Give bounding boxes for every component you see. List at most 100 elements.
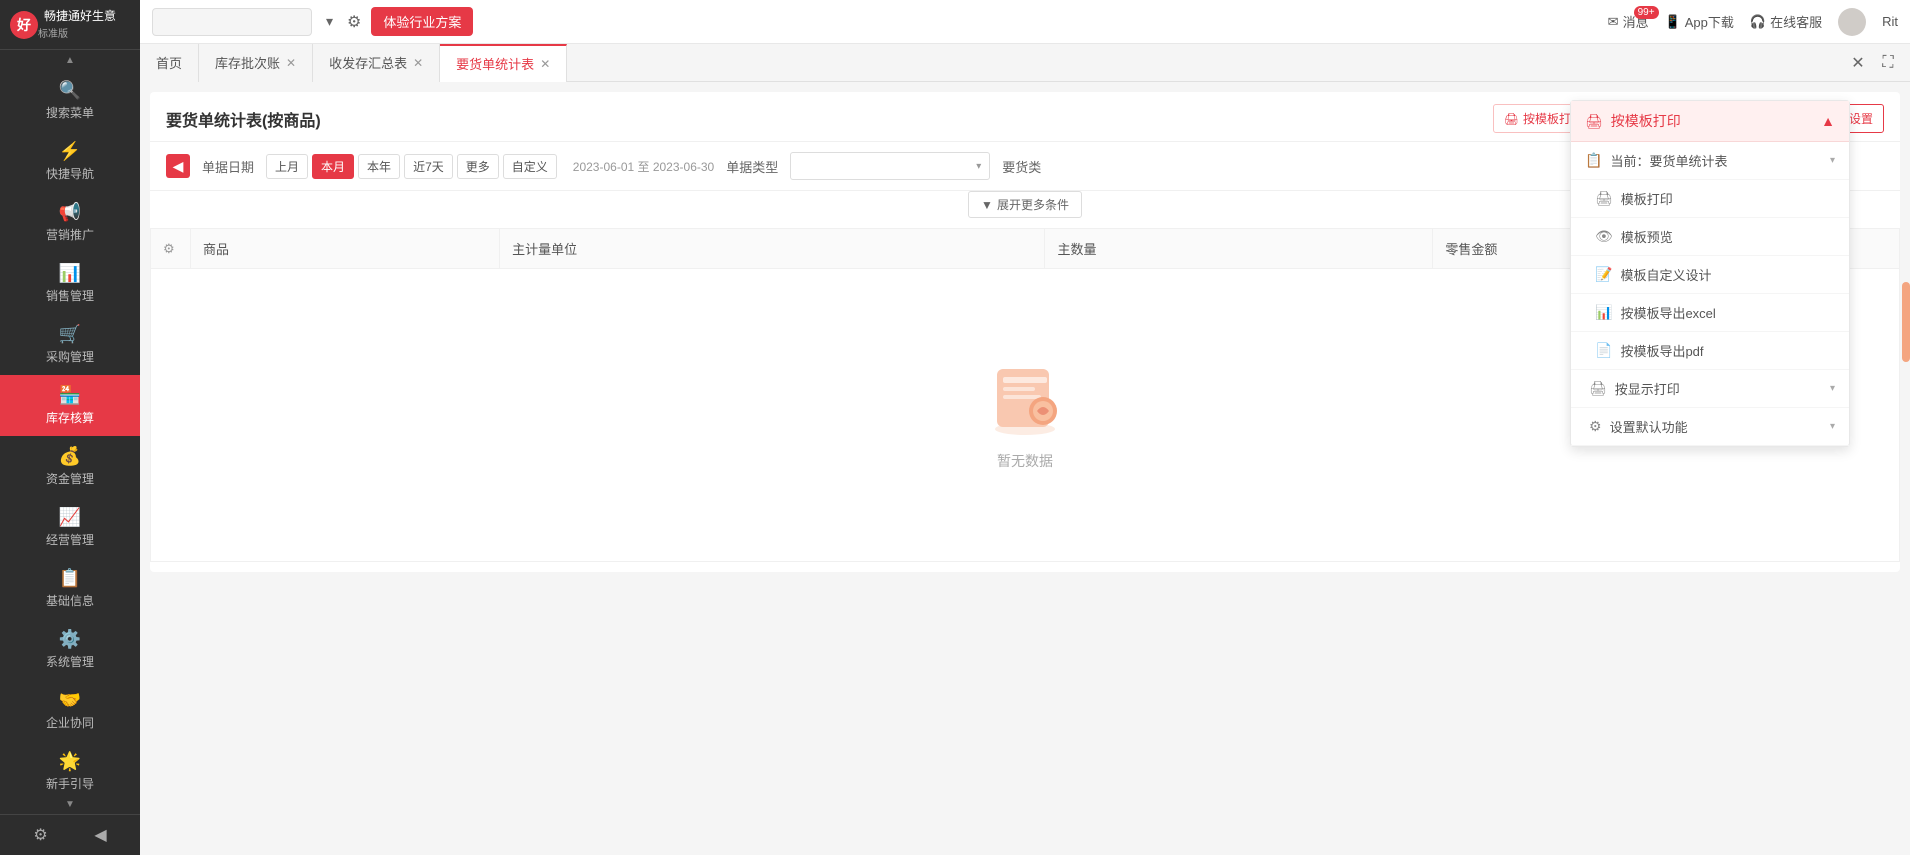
date-range-text: 2023-06-01 至 2023-06-30 — [573, 158, 714, 175]
topbar: ▾ ⚙ 体验行业方案 ✉ 消息 99+ 📱 App下载 🎧 在线客服 Rit — [140, 0, 1910, 44]
tabs-expand-btn[interactable]: ⛶ — [1876, 51, 1900, 75]
app-download-label: App下载 — [1685, 12, 1734, 31]
print-dropdown-collapse-icon: ▲ — [1821, 113, 1835, 129]
tabs-close-btn[interactable]: ✕ — [1846, 51, 1870, 75]
tab-summary-close[interactable]: ✕ — [413, 56, 423, 70]
table-col-product: 商品 — [191, 229, 500, 269]
date-buttons-group: 上月 本月 本年 近7天 更多 自定义 — [266, 154, 557, 179]
user-avatar-btn[interactable] — [1838, 8, 1866, 36]
sidebar-item-basic[interactable]: 📋 基础信息 — [0, 558, 140, 619]
sidebar-icon-purchase: 🛒 — [59, 324, 81, 345]
tab-home[interactable]: 首页 — [140, 44, 199, 82]
expand-more-btn[interactable]: ▼ 展开更多条件 — [968, 191, 1082, 218]
sidebar-label-basic: 基础信息 — [46, 592, 94, 609]
sidebar-label-search: 搜索菜单 — [46, 104, 94, 121]
current-template-icon: 📋 — [1585, 152, 1602, 169]
tab-home-label: 首页 — [156, 53, 182, 72]
search-dropdown-btn[interactable]: ▾ — [322, 11, 337, 32]
search-input[interactable] — [152, 8, 312, 36]
sidebar-item-sales[interactable]: 📊 销售管理 — [0, 253, 140, 314]
sidebar-label-inventory: 库存核算 — [46, 409, 94, 426]
sidebar-item-marketing[interactable]: 📢 营销推广 — [0, 192, 140, 253]
more-date-btn[interactable]: 更多 — [457, 154, 499, 179]
logo-subtitle: 标准版 — [38, 25, 116, 40]
sidebar-icon-search: 🔍 — [59, 80, 81, 101]
table-col-unit: 主计量单位 — [500, 229, 1045, 269]
display-print-item[interactable]: 🖨 按显示打印 ▾ — [1571, 370, 1849, 408]
settings-label: 设置 — [1849, 110, 1873, 127]
current-year-btn[interactable]: 本年 — [358, 154, 400, 179]
sidebar-item-system[interactable]: ⚙️ 系统管理 — [0, 619, 140, 680]
sidebar-item-shortcut[interactable]: ⚡ 快捷导航 — [0, 131, 140, 192]
tab-order-stats-close[interactable]: ✕ — [540, 57, 550, 71]
sidebar-item-guide[interactable]: 🌟 新手引导 — [0, 741, 140, 794]
template-custom-icon: 📝 — [1595, 266, 1612, 283]
topbar-settings-btn[interactable]: ⚙ — [347, 12, 361, 32]
display-print-label: 按显示打印 — [1615, 379, 1680, 398]
sidebar-item-finance[interactable]: 💰 资金管理 — [0, 436, 140, 497]
current-template-chevron-icon: ▾ — [1830, 155, 1835, 166]
custom-date-btn[interactable]: 自定义 — [503, 154, 557, 179]
sidebar-item-inventory[interactable]: 🏪 库存核算 — [0, 375, 140, 436]
online-service-btn[interactable]: 🎧 在线客服 — [1750, 12, 1822, 31]
settings-bottom-icon[interactable]: ⚙ — [33, 825, 47, 845]
sidebar-item-search[interactable]: 🔍 搜索菜单 — [0, 70, 140, 131]
sidebar-label-enterprise: 企业协同 — [46, 714, 94, 731]
sidebar-icon-finance: 💰 — [59, 446, 81, 467]
print-export-excel-item[interactable]: 📊 按模板导出excel — [1571, 294, 1849, 332]
prev-month-btn[interactable]: 上月 — [266, 154, 308, 179]
topbar-right: ✉ 消息 99+ 📱 App下载 🎧 在线客服 Rit — [1608, 8, 1898, 36]
sidebar-icon-inventory: 🏪 — [59, 385, 81, 406]
app-download-icon: 📱 — [1665, 14, 1681, 30]
sidebar-bottom-bar: ⚙ ◀ — [0, 814, 140, 855]
filter-toggle-btn[interactable]: ◀ — [166, 154, 190, 178]
sidebar: 好 畅捷通好生意 标准版 ▲ 🔍 搜索菜单 ⚡ 快捷导航 📢 营销推广 📊 销售… — [0, 0, 140, 855]
table-col-quantity: 主数量 — [1045, 229, 1433, 269]
tab-batch-close[interactable]: ✕ — [286, 56, 296, 70]
export-excel-label: 按模板导出excel — [1620, 303, 1715, 322]
print-export-pdf-item[interactable]: 📄 按模板导出pdf — [1571, 332, 1849, 370]
export-excel-icon: 📊 — [1595, 304, 1612, 321]
tab-order-stats[interactable]: 要货单统计表 ✕ — [440, 44, 567, 82]
sidebar-scroll-up[interactable]: ▲ — [0, 50, 140, 70]
tab-batch-label: 库存批次账 — [215, 53, 280, 72]
print-template-preview-item[interactable]: 👁 模板预览 — [1571, 218, 1849, 256]
order-type-select[interactable]: ▾ — [790, 152, 990, 180]
table-column-settings-icon[interactable]: ⚙ — [163, 241, 175, 256]
print-dropdown-header[interactable]: 🖨 按模板打印 ▲ — [1571, 101, 1849, 142]
print-template-print-item[interactable]: 🖨 模板打印 — [1571, 180, 1849, 218]
display-print-chevron-icon: ▾ — [1830, 383, 1835, 394]
messages-badge: 99+ — [1634, 6, 1659, 19]
sidebar-item-purchase[interactable]: 🛒 采购管理 — [0, 314, 140, 375]
sidebar-item-enterprise[interactable]: 🤝 企业协同 — [0, 680, 140, 741]
set-default-left: ⚙ 设置默认功能 — [1589, 417, 1688, 436]
export-pdf-icon: 📄 — [1595, 342, 1612, 359]
print-current-item[interactable]: 📋 当前：要货单统计表 ▾ — [1571, 142, 1849, 180]
set-default-chevron-icon: ▾ — [1830, 421, 1835, 432]
expand-label: 展开更多条件 — [997, 196, 1069, 213]
order-type-label: 单据类型 — [726, 157, 778, 176]
scrollbar-thumb[interactable] — [1902, 282, 1910, 362]
tab-batch[interactable]: 库存批次账 ✕ — [199, 44, 313, 82]
trial-btn[interactable]: 体验行业方案 — [371, 7, 473, 36]
print-template-custom-item[interactable]: 📝 模板自定义设计 — [1571, 256, 1849, 294]
printer-icon: 🖨 — [1504, 112, 1519, 126]
message-icon: ✉ — [1608, 14, 1619, 30]
sidebar-scroll-down[interactable]: ▼ — [0, 794, 140, 814]
current-month-btn[interactable]: 本月 — [312, 154, 354, 179]
set-default-item[interactable]: ⚙ 设置默认功能 ▾ — [1571, 408, 1849, 446]
headset-icon: 🎧 — [1750, 14, 1766, 30]
sidebar-icon-marketing: 📢 — [59, 202, 81, 223]
yh-type-label: 要货类 — [1002, 157, 1041, 176]
export-pdf-left: 📄 按模板导出pdf — [1595, 341, 1704, 360]
display-print-icon: 🖨 — [1589, 380, 1607, 397]
app-download-btn[interactable]: 📱 App下载 — [1665, 12, 1734, 31]
sidebar-icon-sales: 📊 — [59, 263, 81, 284]
tab-summary[interactable]: 收发存汇总表 ✕ — [313, 44, 440, 82]
messages-btn[interactable]: ✉ 消息 99+ — [1608, 12, 1649, 31]
collapse-sidebar-icon[interactable]: ◀ — [94, 825, 106, 845]
last7days-btn[interactable]: 近7天 — [404, 154, 453, 179]
sidebar-label-operations: 经营管理 — [46, 531, 94, 548]
sidebar-item-operations[interactable]: 📈 经营管理 — [0, 497, 140, 558]
export-excel-left: 📊 按模板导出excel — [1595, 303, 1716, 322]
